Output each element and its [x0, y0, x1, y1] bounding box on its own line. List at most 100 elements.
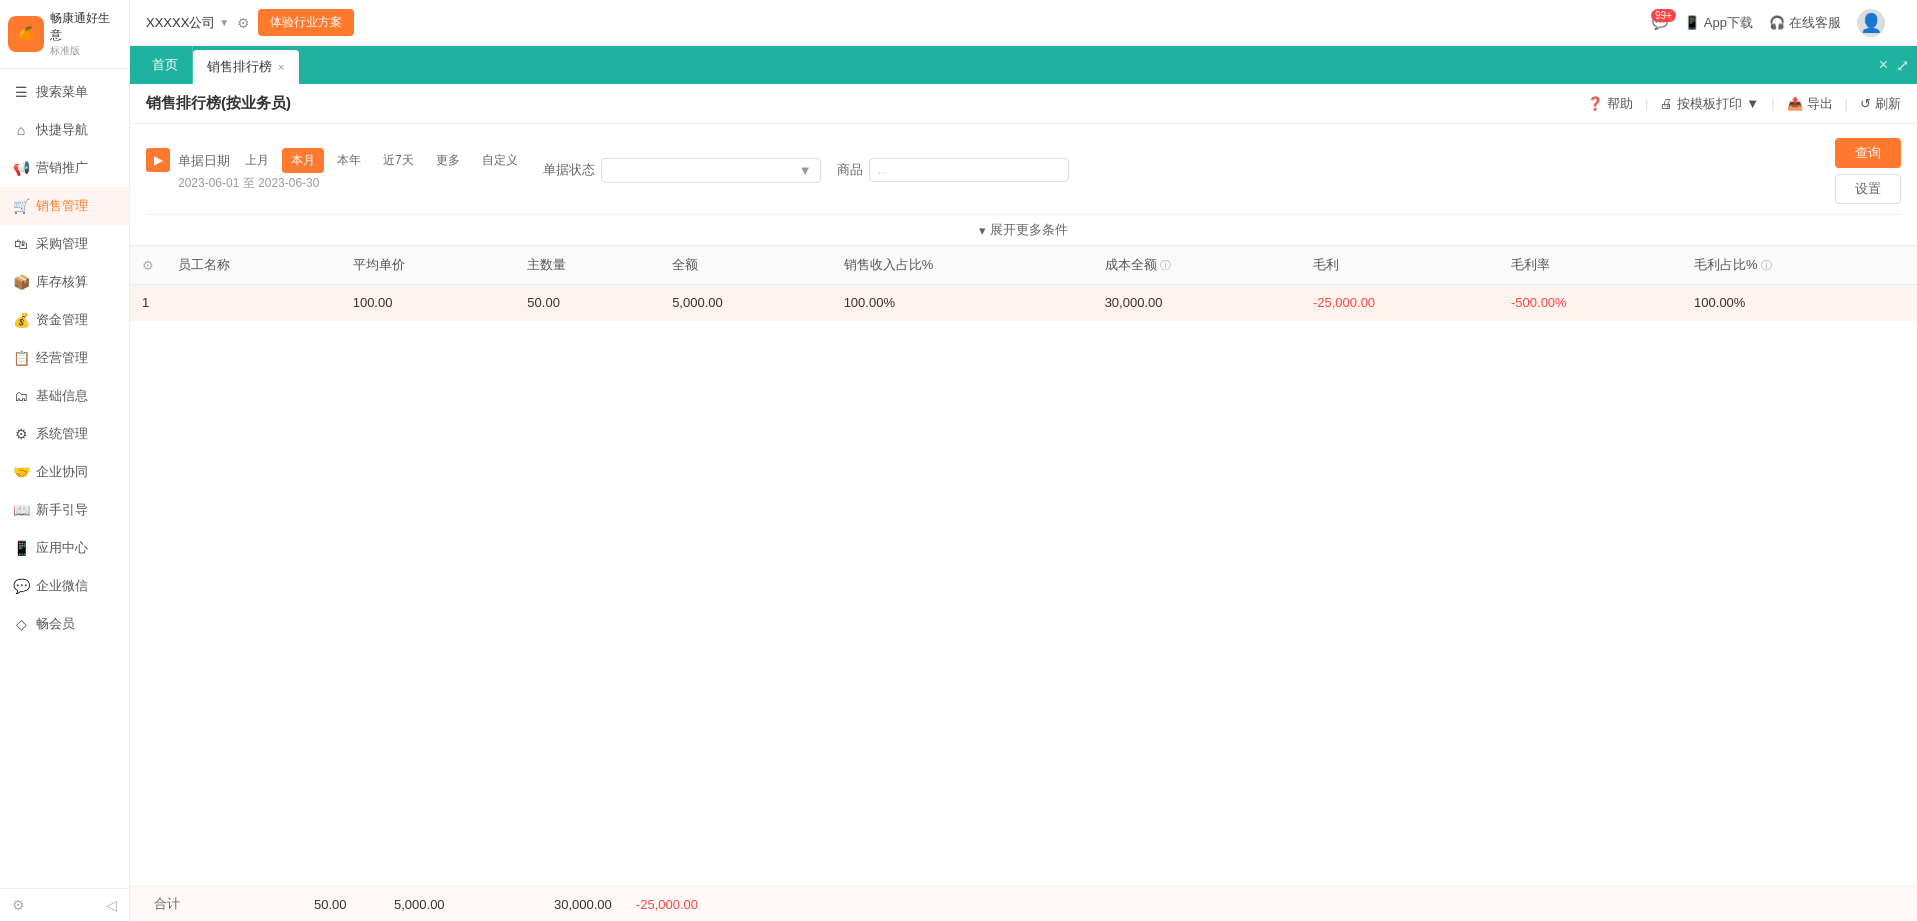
- expand-label: 展开更多条件: [990, 221, 1068, 239]
- tab-home[interactable]: 首页: [138, 46, 193, 84]
- user-avatar[interactable]: 👤: [1857, 9, 1885, 37]
- filter-settings-button[interactable]: 设置: [1835, 174, 1901, 204]
- sidebar-item-quick-nav[interactable]: ⌂ 快捷导航: [0, 111, 129, 149]
- col-sales-pct-header: 销售收入占比%: [832, 246, 1093, 285]
- page-header: 销售排行榜(按业务员) ❓ 帮助 | 🖨 按模板打印 ▼ | 📤 导出 |: [130, 84, 1917, 124]
- expand-icon: ▾: [979, 223, 986, 238]
- guide-nav-icon: 📖: [12, 502, 30, 518]
- col-settings: ⚙: [130, 246, 166, 285]
- data-table: ⚙ 员工名称 平均单价 主数量 全额 销售收入占比% 成本全额 ⓘ 毛利 毛利率…: [130, 246, 1917, 321]
- enterprise-nav-label: 企业协同: [36, 463, 88, 481]
- sidebar-item-guide[interactable]: 📖 新手引导: [0, 491, 129, 529]
- sidebar-item-sales[interactable]: 🛒 销售管理: [0, 187, 129, 225]
- date-btn-this-year[interactable]: 本年: [328, 148, 370, 173]
- col-gross-pct-header: 毛利占比% ⓘ: [1682, 246, 1917, 285]
- basic-info-nav-label: 基础信息: [36, 387, 88, 405]
- sidebar-item-system[interactable]: ⚙ 系统管理: [0, 415, 129, 453]
- tab-close-icon[interactable]: ×: [278, 61, 284, 73]
- sidebar-item-finance[interactable]: 💰 资金管理: [0, 301, 129, 339]
- gross-pct-info-icon[interactable]: ⓘ: [1761, 259, 1772, 271]
- topbar-left: XXXXX公司 ▼ ⚙ 体验行业方案: [146, 9, 354, 36]
- help-button[interactable]: ❓ 帮助: [1587, 95, 1633, 113]
- app-center-nav-icon: 📱: [12, 540, 30, 556]
- date-btn-7days[interactable]: 近7天: [374, 148, 423, 173]
- footer-cost: 30,000.00: [542, 897, 624, 912]
- sidebar-item-basic-info[interactable]: 🗂 基础信息: [0, 377, 129, 415]
- date-btn-custom[interactable]: 自定义: [473, 148, 527, 173]
- date-btn-prev-month[interactable]: 上月: [236, 148, 278, 173]
- export-button[interactable]: 📤 导出: [1787, 95, 1833, 113]
- guide-nav-label: 新手引导: [36, 501, 88, 519]
- sidebar-item-purchase[interactable]: 🛍 采购管理: [0, 225, 129, 263]
- purchase-nav-label: 采购管理: [36, 235, 88, 253]
- sales-nav-label: 销售管理: [36, 197, 88, 215]
- query-button[interactable]: 查询: [1835, 138, 1901, 168]
- status-select[interactable]: ▼: [601, 158, 821, 183]
- cost-info-icon[interactable]: ⓘ: [1160, 259, 1171, 271]
- footer-amount: 5,000.00: [382, 897, 462, 912]
- trial-button[interactable]: 体验行业方案: [258, 9, 354, 36]
- table-header-row: ⚙ 员工名称 平均单价 主数量 全额 销售收入占比% 成本全额 ⓘ 毛利 毛利率…: [130, 246, 1917, 285]
- filter-expander[interactable]: ▶: [146, 148, 170, 172]
- print-button[interactable]: 🖨 按模板打印 ▼: [1660, 95, 1759, 113]
- date-btn-more[interactable]: 更多: [427, 148, 469, 173]
- app-download-action[interactable]: 📱 App下载: [1684, 14, 1753, 32]
- collapse-icon[interactable]: ◁: [106, 897, 117, 913]
- topbar-settings-icon[interactable]: ⚙: [237, 15, 250, 31]
- help-label: 帮助: [1607, 95, 1633, 113]
- window-close-icon[interactable]: ×: [1879, 56, 1888, 74]
- company-name: XXXXX公司: [146, 14, 215, 32]
- system-nav-icon: ⚙: [12, 426, 30, 442]
- sidebar-item-member[interactable]: ◇ 畅会员: [0, 605, 129, 643]
- sidebar-item-inventory[interactable]: 📦 库存核算: [0, 263, 129, 301]
- print-label: 按模板打印: [1677, 95, 1742, 113]
- settings-bottom-icon[interactable]: ⚙: [12, 897, 25, 913]
- sidebar-item-marketing[interactable]: 📢 营销推广: [0, 149, 129, 187]
- footer-quantity: 50.00: [302, 897, 382, 912]
- sidebar-item-enterprise[interactable]: 🤝 企业协同: [0, 453, 129, 491]
- refresh-label: 刷新: [1875, 95, 1901, 113]
- date-filter: 单据日期 上月 本月 本年 近7天 更多 自定义: [178, 148, 527, 173]
- refresh-button[interactable]: ↺ 刷新: [1860, 95, 1901, 113]
- col-gross-header: 毛利: [1301, 246, 1499, 285]
- logo-sub: 标准版: [50, 44, 121, 58]
- sidebar-item-wechat[interactable]: 💬 企业微信: [0, 567, 129, 605]
- footer-gross: -25,000.00: [624, 897, 710, 912]
- page-title: 销售排行榜(按业务员): [146, 94, 291, 113]
- online-service-action[interactable]: 🎧 在线客服: [1769, 14, 1841, 32]
- headset-icon: 🎧: [1769, 15, 1785, 30]
- column-settings-icon[interactable]: ⚙: [142, 258, 154, 273]
- table-footer: 合计 50.00 5,000.00 30,000.00 -25,000.00: [130, 886, 1917, 921]
- logo-text: 畅康通好生意: [50, 10, 121, 44]
- finance-nav-label: 资金管理: [36, 311, 88, 329]
- sidebar-item-search[interactable]: ☰ 搜索菜单: [0, 73, 129, 111]
- expand-row: ▾ 展开更多条件: [146, 214, 1901, 245]
- app-download-icon: 📱: [1684, 15, 1700, 30]
- tabs-right-actions: × ⤢: [1879, 56, 1909, 75]
- search-nav-icon: ☰: [12, 84, 30, 100]
- tab-sales-ranking[interactable]: 销售排行榜 ×: [193, 50, 299, 84]
- expand-button[interactable]: ▾ 展开更多条件: [979, 221, 1068, 239]
- sales-nav-icon: 🛒: [12, 198, 30, 214]
- member-nav-label: 畅会员: [36, 615, 75, 633]
- date-label: 单据日期: [178, 152, 230, 170]
- quick-nav-nav-label: 快捷导航: [36, 121, 88, 139]
- window-restore-icon[interactable]: ⤢: [1896, 56, 1909, 75]
- date-options: 上月 本月 本年 近7天 更多 自定义: [236, 148, 527, 173]
- sidebar-item-operations[interactable]: 📋 经营管理: [0, 339, 129, 377]
- message-icon-wrapper[interactable]: 💬 99+: [1652, 15, 1668, 30]
- finance-nav-icon: 💰: [12, 312, 30, 328]
- cell-rank: 1: [130, 285, 166, 321]
- app-download-label: App下载: [1704, 14, 1753, 32]
- refresh-icon: ↺: [1860, 96, 1871, 111]
- logo-icon: 🍊: [8, 16, 44, 52]
- wechat-nav-label: 企业微信: [36, 577, 88, 595]
- date-btn-this-month[interactable]: 本月: [282, 148, 324, 173]
- enterprise-nav-icon: 🤝: [12, 464, 30, 480]
- goods-input[interactable]: ...: [869, 158, 1069, 182]
- company-selector[interactable]: XXXXX公司 ▼: [146, 14, 229, 32]
- topbar-right: 💬 99+ 📱 App下载 🎧 在线客服 👤: [1652, 9, 1901, 37]
- sidebar-item-app-center[interactable]: 📱 应用中心: [0, 529, 129, 567]
- filter-area: ▶ 单据日期 上月 本月 本年 近7天 更多 自定义: [130, 124, 1917, 246]
- tab-home-label: 首页: [152, 56, 178, 74]
